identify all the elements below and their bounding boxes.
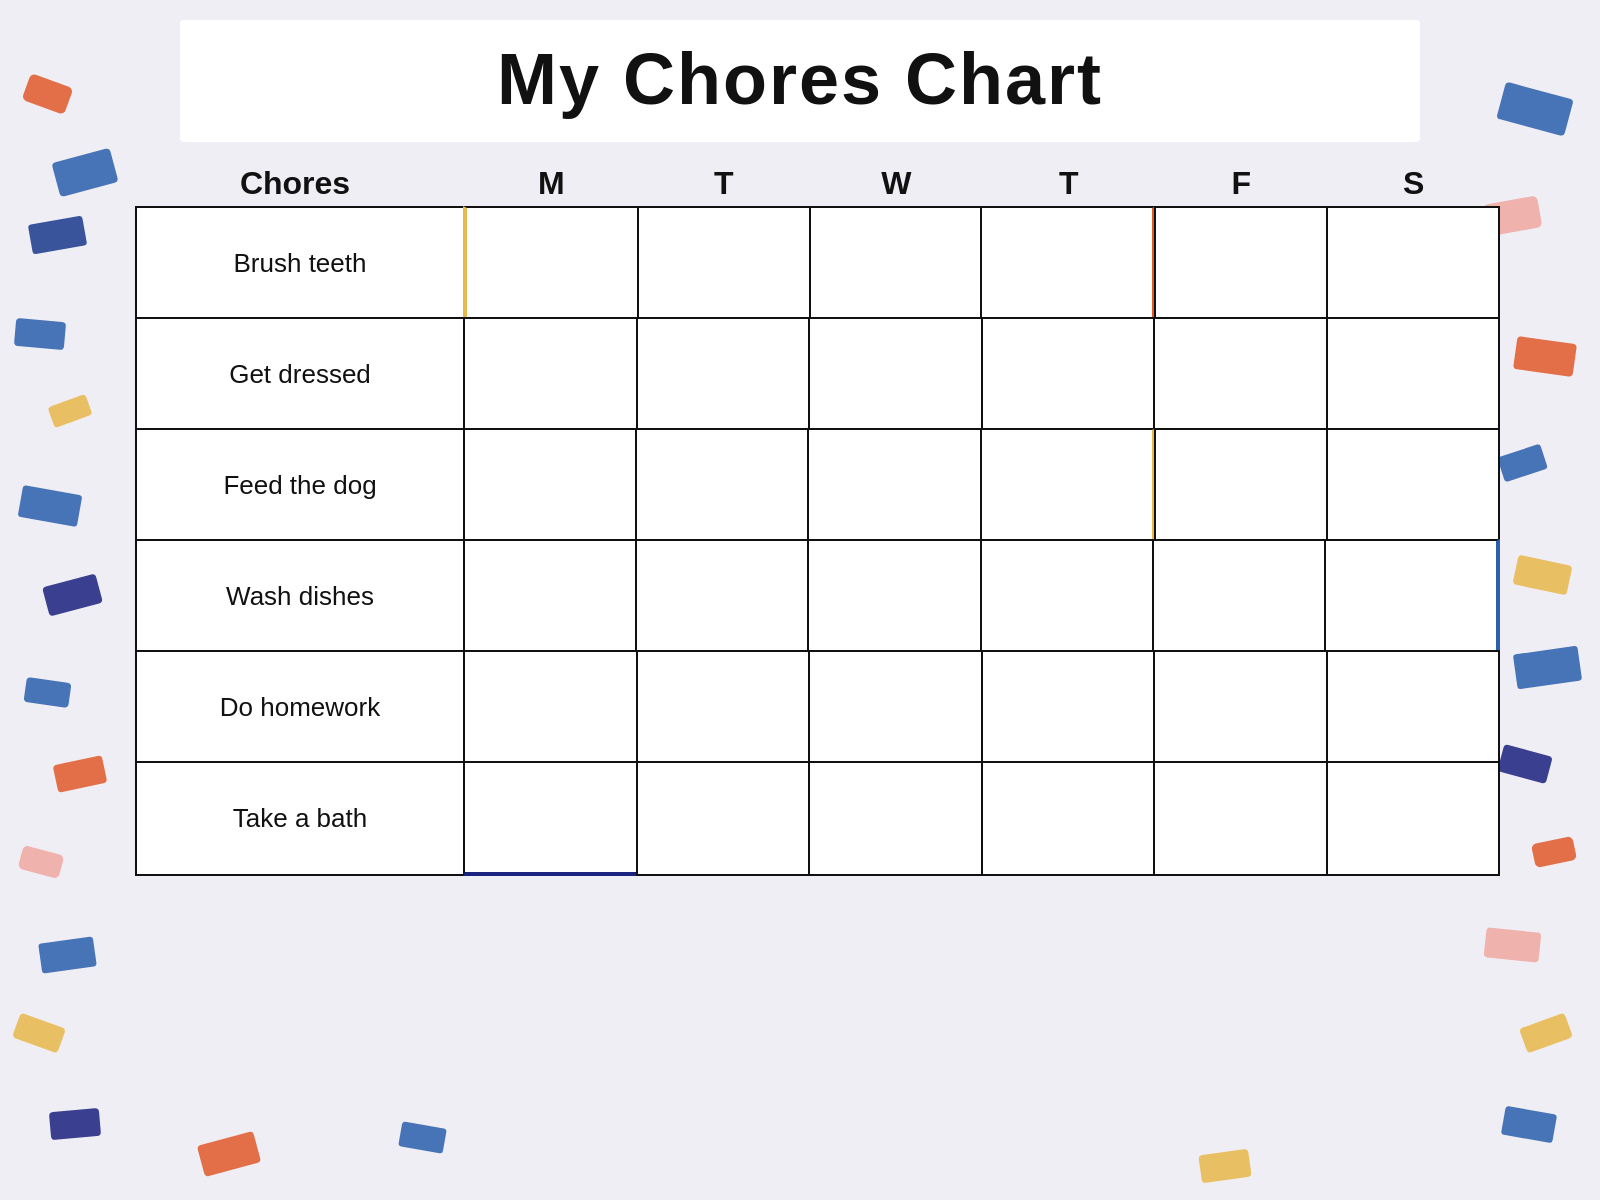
chore-cells-brush-teeth (465, 206, 1500, 321)
chore-cell[interactable] (980, 428, 1156, 543)
chore-cell[interactable] (636, 650, 811, 765)
header-day-sat: S (1328, 165, 1501, 202)
page-title: My Chores Chart (497, 39, 1103, 119)
chore-cell[interactable] (980, 206, 1156, 321)
chore-label-take-bath: Take a bath (135, 761, 465, 876)
chore-cell[interactable] (463, 761, 638, 876)
chore-cell[interactable] (807, 539, 981, 654)
chore-cells-wash-dishes (465, 541, 1500, 654)
chore-cell[interactable] (809, 206, 983, 321)
chore-row-brush-teeth: Brush teeth (135, 206, 1500, 321)
header-day-thu: T (983, 165, 1156, 202)
header-day-fri: F (1155, 165, 1328, 202)
chore-cell[interactable] (981, 317, 1156, 432)
chore-cell[interactable] (980, 539, 1154, 654)
chore-cell[interactable] (808, 761, 983, 876)
header-day-mon: M (465, 165, 638, 202)
chore-cell[interactable] (1154, 206, 1328, 321)
header-day-tue: T (638, 165, 811, 202)
chore-cell[interactable] (636, 317, 811, 432)
chore-cell[interactable] (807, 428, 981, 543)
chore-label-brush-teeth: Brush teeth (135, 206, 465, 321)
chore-label-feed-dog: Feed the dog (135, 428, 465, 543)
chore-cell[interactable] (1326, 206, 1500, 321)
chore-cell[interactable] (1153, 761, 1328, 876)
chore-cell[interactable] (463, 539, 637, 654)
chore-cell[interactable] (1326, 428, 1500, 543)
title-area: My Chores Chart (180, 20, 1420, 142)
chore-cell[interactable] (637, 206, 811, 321)
chore-cell[interactable] (981, 650, 1156, 765)
chore-cell[interactable] (1326, 650, 1501, 765)
chore-cells-take-bath (465, 763, 1500, 876)
chore-cell[interactable] (808, 317, 983, 432)
chore-cells-feed-dog (465, 430, 1500, 543)
chore-cell[interactable] (1326, 317, 1501, 432)
chore-cell[interactable] (981, 761, 1156, 876)
chore-cell[interactable] (463, 317, 638, 432)
chore-cell[interactable] (1152, 539, 1326, 654)
chore-cell[interactable] (463, 428, 637, 543)
header-day-wed: W (810, 165, 983, 202)
chore-cell[interactable] (636, 761, 811, 876)
chore-row-wash-dishes: Wash dishes (135, 541, 1500, 654)
chore-cell[interactable] (1153, 317, 1328, 432)
chore-cell[interactable] (1324, 539, 1500, 654)
chore-cell[interactable] (635, 539, 809, 654)
chore-cell[interactable] (635, 428, 809, 543)
chore-cell[interactable] (1326, 761, 1501, 876)
chore-cell[interactable] (808, 650, 983, 765)
chore-row-do-homework: Do homework (135, 652, 1500, 765)
chore-cells-get-dressed (465, 319, 1500, 432)
chore-cell[interactable] (1153, 650, 1328, 765)
chore-cells-do-homework (465, 652, 1500, 765)
chore-row-get-dressed: Get dressed (135, 319, 1500, 432)
header-chores-label: Chores (135, 165, 465, 202)
chore-label-wash-dishes: Wash dishes (135, 539, 465, 654)
chore-cell[interactable] (463, 650, 638, 765)
chore-label-get-dressed: Get dressed (135, 317, 465, 432)
chore-row-feed-dog: Feed the dog (135, 430, 1500, 543)
chore-cell[interactable] (463, 206, 639, 321)
table-header: Chores M T W T F S (135, 165, 1500, 202)
chore-label-do-homework: Do homework (135, 650, 465, 765)
chore-cell[interactable] (1154, 428, 1328, 543)
chore-row-take-bath: Take a bath (135, 763, 1500, 876)
chores-table: Chores M T W T F S Brush teeth Get dress… (135, 165, 1500, 876)
header-days: M T W T F S (465, 165, 1500, 202)
